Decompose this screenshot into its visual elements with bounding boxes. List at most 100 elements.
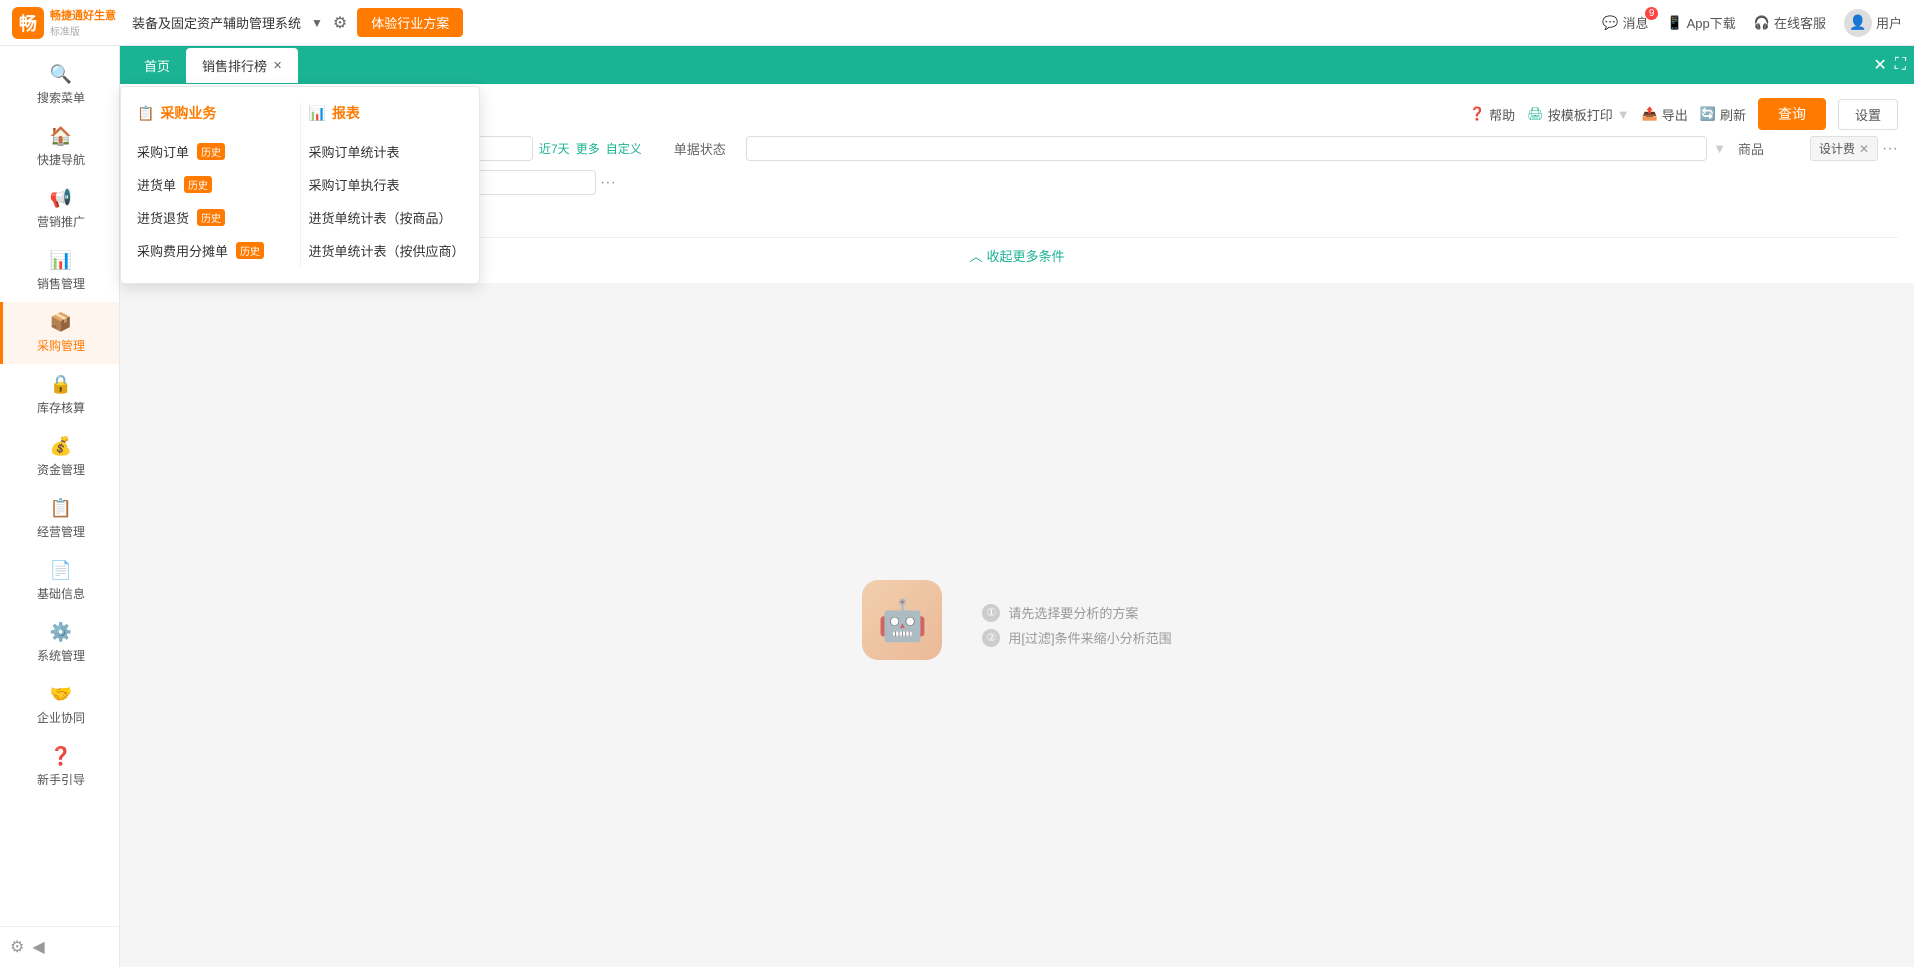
sidebar-item-marketing[interactable]: 📢 营销推广 (0, 178, 119, 240)
dropdown-item-stock-in[interactable]: 进货单 历史 (137, 168, 292, 201)
industry-btn[interactable]: 体验行业方案 (357, 8, 463, 37)
sidebar-item-purchase[interactable]: 📦 采购管理 (0, 302, 119, 364)
print-btn[interactable]: 🖨 按模板打印 ▼ (1527, 105, 1629, 124)
system-title: 装备及固定资产辅助管理系统 (132, 13, 301, 32)
message-icon: 💬 (1602, 15, 1618, 31)
history-badge-2: 历史 (197, 209, 225, 226)
basic-icon: 📄 (50, 560, 72, 581)
business-icon: 📋 (50, 498, 72, 519)
phone-icon: 📱 (1666, 15, 1682, 31)
message-badge: 9 (1645, 7, 1659, 20)
salesman-more-btn[interactable]: ··· (600, 174, 616, 192)
tab-maximize-btn[interactable]: ⛶ (1895, 55, 1906, 75)
sidebar-settings-btn[interactable]: ⚙ (10, 937, 24, 957)
megaphone-icon: 📢 (50, 188, 72, 209)
print-icon: 🖨 (1527, 106, 1544, 122)
collapse-btn[interactable]: ︿ 收起更多条件 (969, 246, 1064, 265)
search-icon: 🔍 (50, 64, 72, 85)
dropdown-item-order-stat[interactable]: 采购订单统计表 (309, 135, 464, 168)
goods-more-btn[interactable]: ··· (1882, 140, 1898, 158)
app-download-btn[interactable]: 📱 App下载 (1666, 13, 1735, 32)
sidebar-item-finance[interactable]: 💰 资金管理 (0, 426, 119, 488)
empty-state: 🤖 ① 请先选择要分析的方案 ② 用[过滤]条件来缩小分析范围 (120, 283, 1914, 967)
date-quick-7days[interactable]: 近7天 (539, 140, 570, 157)
sidebar-collapse-btn[interactable]: ◀ (32, 937, 44, 957)
dropdown-columns: 📋 采购业务 采购订单 历史 进货单 历史 进货退货 历史 采购费用分摊单 历史 (137, 103, 463, 267)
logo-area: 畅 畅捷通好生意 标准版 (12, 7, 132, 39)
tab-right-actions: ✕ ⛶ (1873, 55, 1906, 75)
bill-status-input[interactable] (746, 136, 1707, 161)
online-service-btn[interactable]: 🎧 在线客服 (1754, 13, 1826, 32)
history-badge-0: 历史 (197, 143, 225, 160)
tab-home[interactable]: 首页 (128, 48, 186, 83)
export-btn[interactable]: 📤 导出 (1642, 105, 1688, 124)
system-dropdown-btn[interactable]: ▼ (311, 16, 323, 30)
empty-tips: ① 请先选择要分析的方案 ② 用[过滤]条件来缩小分析范围 (982, 603, 1171, 647)
guide-icon: ❓ (50, 746, 72, 767)
header-settings-btn[interactable]: ⚙ (333, 13, 347, 33)
message-btn[interactable]: 💬 消息 9 (1602, 13, 1648, 32)
history-badge-1: 历史 (184, 176, 212, 193)
header-middle: 装备及固定资产辅助管理系统 ▼ ⚙ 体验行业方案 (132, 8, 1602, 37)
user-btn[interactable]: 👤 用户 (1844, 9, 1902, 37)
col1-icon: 📋 (137, 105, 154, 122)
header-right: 💬 消息 9 📱 App下载 🎧 在线客服 👤 用户 (1602, 9, 1902, 37)
query-btn[interactable]: 查询 (1758, 98, 1826, 130)
sidebar-item-business[interactable]: 📋 经营管理 (0, 488, 119, 550)
sidebar-item-guide[interactable]: ❓ 新手引导 (0, 736, 119, 798)
date-quick-custom[interactable]: 自定义 (606, 140, 642, 157)
purchase-icon: 📦 (50, 312, 72, 333)
dropdown-col-report: 📊 报表 采购订单统计表 采购订单执行表 进货单统计表（按商品） 进货单统计表（… (309, 103, 464, 267)
avatar: 👤 (1844, 9, 1872, 37)
finance-icon: 💰 (50, 436, 72, 457)
export-icon: 📤 (1642, 106, 1658, 122)
logo-icon: 畅 (12, 7, 44, 39)
sidebar-item-search[interactable]: 🔍 搜索菜单 (0, 54, 119, 116)
sidebar-bottom: ⚙ ◀ (0, 926, 119, 967)
sidebar-item-sales[interactable]: 📊 销售管理 (0, 240, 119, 302)
goods-tag-close[interactable]: ✕ (1859, 142, 1869, 156)
empty-tip-1: ① 请先选择要分析的方案 (982, 603, 1171, 622)
help-icon: ❓ (1469, 106, 1485, 122)
dropdown-item-purchase-order[interactable]: 采购订单 历史 (137, 135, 292, 168)
bill-status-chevron: ▼ (1713, 141, 1726, 156)
headset-icon: 🎧 (1754, 15, 1770, 31)
tab-close-btn[interactable]: ✕ (273, 59, 282, 72)
col2-title: 📊 报表 (309, 103, 464, 123)
sidebar-item-system[interactable]: ⚙️ 系统管理 (0, 612, 119, 674)
tab-close-window-btn[interactable]: ✕ (1873, 55, 1886, 75)
dropdown-item-goods-stat[interactable]: 进货单统计表（按商品） (309, 201, 464, 234)
sidebar-item-collab[interactable]: 🤝 企业协同 (0, 674, 119, 736)
history-badge-3: 历史 (236, 242, 264, 259)
top-header: 畅 畅捷通好生意 标准版 装备及固定资产辅助管理系统 ▼ ⚙ 体验行业方案 💬 … (0, 0, 1914, 46)
col1-title: 📋 采购业务 (137, 103, 292, 123)
dropdown-item-supplier-stat[interactable]: 进货单统计表（按供应商） (309, 234, 464, 267)
purchase-dropdown-menu: 📋 采购业务 采购订单 历史 进货单 历史 进货退货 历史 采购费用分摊单 历史 (120, 86, 480, 284)
tab-bar: 首页 销售排行榜 ✕ ✕ ⛶ (120, 46, 1914, 84)
set-btn[interactable]: 设置 (1838, 99, 1898, 130)
system-icon: ⚙️ (50, 622, 72, 643)
empty-tip-2: ② 用[过滤]条件来缩小分析范围 (982, 628, 1171, 647)
dropdown-item-return[interactable]: 进货退货 历史 (137, 201, 292, 234)
refresh-btn[interactable]: 🔄 刷新 (1700, 105, 1746, 124)
sales-icon: 📊 (50, 250, 72, 271)
sidebar-item-basic[interactable]: 📄 基础信息 (0, 550, 119, 612)
empty-illustration: 🤖 (862, 580, 942, 660)
sidebar: 🔍 搜索菜单 🏠 快捷导航 📢 营销推广 📊 销售管理 📦 采购管理 🔒 库存核… (0, 46, 120, 967)
dropdown-col-purchase: 📋 采购业务 采购订单 历史 进货单 历史 进货退货 历史 采购费用分摊单 历史 (137, 103, 292, 267)
help-btn[interactable]: ❓ 帮助 (1469, 105, 1515, 124)
sidebar-item-quicknav[interactable]: 🏠 快捷导航 (0, 116, 119, 178)
dropdown-item-expense[interactable]: 采购费用分摊单 历史 (137, 234, 292, 267)
chevron-up-icon: ︿ (969, 246, 982, 265)
logo-text: 畅捷通好生意 标准版 (50, 7, 116, 38)
date-quick-more[interactable]: 更多 (576, 140, 600, 157)
dropdown-item-order-exec[interactable]: 采购订单执行表 (309, 168, 464, 201)
collab-icon: 🤝 (50, 684, 72, 705)
home-icon: 🏠 (50, 126, 72, 147)
goods-tag: 设计费 ✕ (1810, 136, 1878, 161)
tab-sales-ranking[interactable]: 销售排行榜 ✕ (186, 48, 298, 83)
col2-icon: 📊 (309, 105, 326, 122)
sidebar-item-inventory[interactable]: 🔒 库存核算 (0, 364, 119, 426)
refresh-icon: 🔄 (1700, 106, 1716, 122)
inventory-icon: 🔒 (50, 374, 72, 395)
